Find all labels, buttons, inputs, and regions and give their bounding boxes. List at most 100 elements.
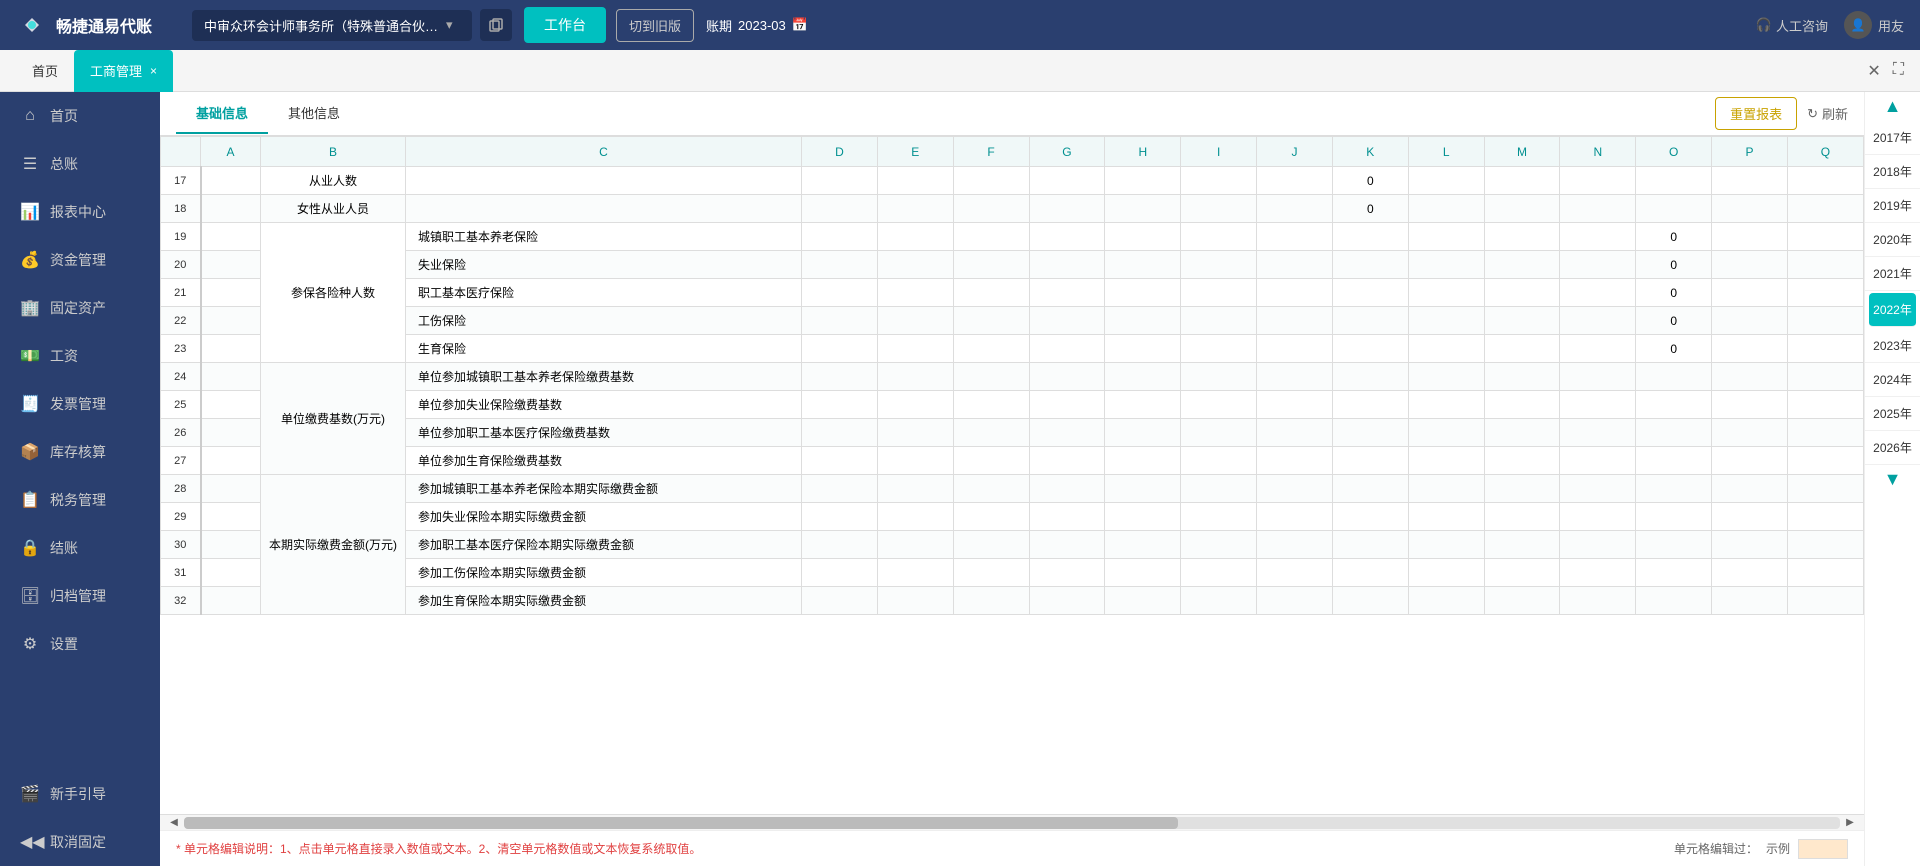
col-e-cell[interactable]: [877, 587, 953, 615]
col-p-cell[interactable]: [1712, 503, 1788, 531]
col-h-cell[interactable]: [1105, 167, 1181, 195]
year-panel-up-arrow[interactable]: ▲: [1865, 92, 1920, 121]
sidebar-item-home[interactable]: ⌂ 首页: [0, 92, 160, 140]
col-m-cell[interactable]: [1484, 167, 1560, 195]
col-n-cell[interactable]: [1560, 531, 1636, 559]
year-item[interactable]: 2025年: [1865, 397, 1920, 431]
col-l-cell[interactable]: [1408, 335, 1484, 363]
spreadsheet-scroll-area[interactable]: A B C D E F G H I J K L M: [160, 136, 1864, 814]
col-f-cell[interactable]: [953, 363, 1029, 391]
year-item[interactable]: 2024年: [1865, 363, 1920, 397]
scroll-right-button[interactable]: ▶: [1840, 817, 1860, 828]
col-q-cell[interactable]: [1787, 503, 1863, 531]
col-j-cell[interactable]: [1257, 335, 1333, 363]
col-h-cell[interactable]: [1105, 391, 1181, 419]
reset-report-button[interactable]: 重置报表: [1715, 97, 1797, 130]
table-row[interactable]: 19参保各险种人数城镇职工基本养老保险0: [161, 223, 1864, 251]
col-o-cell[interactable]: [1636, 363, 1712, 391]
col-a-cell[interactable]: [201, 447, 261, 475]
col-h-cell[interactable]: [1105, 447, 1181, 475]
col-a-cell[interactable]: [201, 475, 261, 503]
table-row[interactable]: 31参加工伤保险本期实际缴费金额: [161, 559, 1864, 587]
bottom-scrollbar[interactable]: ◀ ▶: [160, 814, 1864, 830]
col-a-cell[interactable]: [201, 195, 261, 223]
col-e-cell[interactable]: [877, 391, 953, 419]
col-g-cell[interactable]: [1029, 223, 1105, 251]
col-m-cell[interactable]: [1484, 447, 1560, 475]
col-j-cell[interactable]: [1257, 419, 1333, 447]
col-f-cell[interactable]: [953, 559, 1029, 587]
sidebar-item-funds[interactable]: 💰 资金管理: [0, 236, 160, 284]
col-k-cell[interactable]: [1332, 447, 1408, 475]
col-p-cell[interactable]: [1712, 559, 1788, 587]
col-o-cell[interactable]: [1636, 447, 1712, 475]
col-g-cell[interactable]: [1029, 587, 1105, 615]
col-q-cell[interactable]: [1787, 307, 1863, 335]
col-m-cell[interactable]: [1484, 251, 1560, 279]
col-g-cell[interactable]: [1029, 363, 1105, 391]
col-q-cell[interactable]: [1787, 559, 1863, 587]
col-l-cell[interactable]: [1408, 279, 1484, 307]
sidebar-item-settings[interactable]: ⚙ 设置: [0, 620, 160, 668]
table-row[interactable]: 23生育保险0: [161, 335, 1864, 363]
col-a-cell[interactable]: [201, 363, 261, 391]
col-h-cell[interactable]: [1105, 503, 1181, 531]
col-l-cell[interactable]: [1408, 195, 1484, 223]
col-o-cell[interactable]: 0: [1636, 223, 1712, 251]
col-k-cell[interactable]: [1332, 391, 1408, 419]
col-n-cell[interactable]: [1560, 279, 1636, 307]
col-i-cell[interactable]: [1181, 251, 1257, 279]
col-p-cell[interactable]: [1712, 335, 1788, 363]
col-e-cell[interactable]: [877, 167, 953, 195]
col-a-cell[interactable]: [201, 223, 261, 251]
col-p-cell[interactable]: [1712, 363, 1788, 391]
col-i-cell[interactable]: [1181, 531, 1257, 559]
col-e-cell[interactable]: [877, 559, 953, 587]
col-o-cell[interactable]: [1636, 531, 1712, 559]
col-j-cell[interactable]: [1257, 167, 1333, 195]
refresh-button[interactable]: ↻ 刷新: [1807, 97, 1848, 130]
col-f-cell[interactable]: [953, 335, 1029, 363]
col-n-cell[interactable]: [1560, 587, 1636, 615]
col-k-cell[interactable]: [1332, 279, 1408, 307]
col-a-cell[interactable]: [201, 503, 261, 531]
col-m-cell[interactable]: [1484, 531, 1560, 559]
col-f-cell[interactable]: [953, 307, 1029, 335]
sidebar-item-tax[interactable]: 📋 税务管理: [0, 476, 160, 524]
col-a-cell[interactable]: [201, 251, 261, 279]
col-q-cell[interactable]: [1787, 335, 1863, 363]
col-l-cell[interactable]: [1408, 391, 1484, 419]
col-k-cell[interactable]: [1332, 503, 1408, 531]
horizontal-scrollbar-track[interactable]: [184, 817, 1840, 829]
col-e-cell[interactable]: [877, 195, 953, 223]
col-e-cell[interactable]: [877, 223, 953, 251]
col-j-cell[interactable]: [1257, 447, 1333, 475]
table-row[interactable]: 28本期实际缴费金额(万元)参加城镇职工基本养老保险本期实际缴费金额: [161, 475, 1864, 503]
col-e-cell[interactable]: [877, 335, 953, 363]
sidebar-item-invoice[interactable]: 🧾 发票管理: [0, 380, 160, 428]
col-i-cell[interactable]: [1181, 587, 1257, 615]
col-i-cell[interactable]: [1181, 223, 1257, 251]
col-d-cell[interactable]: [801, 531, 877, 559]
col-e-cell[interactable]: [877, 503, 953, 531]
col-h-cell[interactable]: [1105, 335, 1181, 363]
col-l-cell[interactable]: [1408, 419, 1484, 447]
col-k-cell[interactable]: [1332, 335, 1408, 363]
col-h-cell[interactable]: [1105, 559, 1181, 587]
col-l-cell[interactable]: [1408, 307, 1484, 335]
col-q-cell[interactable]: [1787, 279, 1863, 307]
col-g-cell[interactable]: [1029, 447, 1105, 475]
col-n-cell[interactable]: [1560, 447, 1636, 475]
col-p-cell[interactable]: [1712, 475, 1788, 503]
col-l-cell[interactable]: [1408, 167, 1484, 195]
table-row[interactable]: 21职工基本医疗保险0: [161, 279, 1864, 307]
col-o-cell[interactable]: 0: [1636, 279, 1712, 307]
table-row[interactable]: 18女性从业人员0: [161, 195, 1864, 223]
col-g-cell[interactable]: [1029, 251, 1105, 279]
col-j-cell[interactable]: [1257, 195, 1333, 223]
col-q-cell[interactable]: [1787, 475, 1863, 503]
col-a-cell[interactable]: [201, 167, 261, 195]
col-j-cell[interactable]: [1257, 251, 1333, 279]
horizontal-scrollbar-thumb[interactable]: [184, 817, 1178, 829]
col-a-cell[interactable]: [201, 279, 261, 307]
